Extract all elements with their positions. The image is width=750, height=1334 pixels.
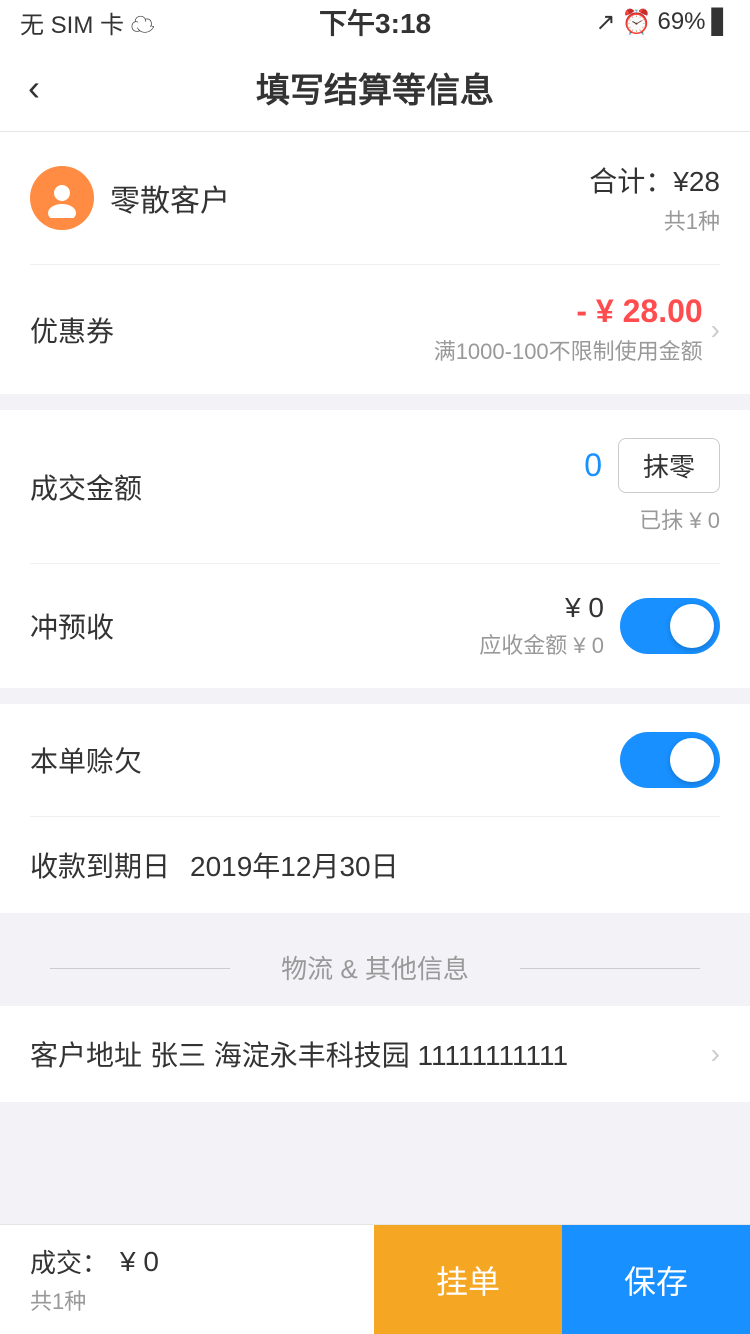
page-title: 填写结算等信息 — [256, 63, 494, 112]
due-date-label: 收款到期日 — [30, 845, 170, 885]
debt-label: 本单赊欠 — [30, 740, 150, 780]
address-label: 客户地址 — [30, 1034, 150, 1074]
customer-right: 合计：¥28 共1种 — [589, 160, 720, 236]
status-bar: 无 SIM 卡 ☁ 下午3:18 ↗ ⏰ 69% ▋ — [0, 0, 750, 44]
nav-bar: ‹ 填写结算等信息 — [0, 44, 750, 132]
coupon-row[interactable]: 优惠券 - ¥ 28.00 满1000-100不限制使用金额 › — [0, 265, 750, 394]
customer-total: 合计：¥28 — [589, 160, 720, 200]
coupon-amount: - ¥ 28.00 — [434, 293, 703, 330]
customer-left: 零散客户 — [30, 166, 230, 230]
sim-status: 无 SIM 卡 ☁ — [20, 5, 155, 40]
prepayment-toggle[interactable] — [620, 598, 720, 654]
debt-row: 本单赊欠 — [0, 704, 750, 816]
bottom-deal: 成交： ¥ 0 — [30, 1243, 344, 1280]
alarm-icon: ⏰ — [622, 8, 652, 37]
address-row[interactable]: 客户地址 张三 海淀永丰科技园 11111111111 › — [0, 1006, 750, 1102]
bottom-info: 成交： ¥ 0 共1种 — [0, 1243, 374, 1316]
deal-label: 成交： — [30, 1243, 108, 1280]
chevron-right-icon: › — [711, 314, 720, 346]
prepayment-row: 冲预收 ¥ 0 应收金额 ¥ 0 — [0, 564, 750, 688]
prepayment-note: 应收金额 ¥ 0 — [479, 628, 604, 660]
debt-section: 本单赊欠 收款到期日 2019年12月30日 — [0, 704, 750, 913]
prepayment-values: ¥ 0 应收金额 ¥ 0 — [479, 592, 604, 660]
bottom-count: 共1种 — [30, 1284, 344, 1316]
save-label: 保存 — [624, 1257, 688, 1303]
avatar — [30, 166, 94, 230]
logistics-title: 物流 & 其他信息 — [265, 949, 485, 986]
customer-count: 共1种 — [589, 204, 720, 236]
status-left: 无 SIM 卡 ☁ — [20, 5, 155, 40]
hold-label: 挂单 — [436, 1257, 500, 1303]
back-button[interactable]: ‹ — [28, 67, 40, 109]
deal-amount: ¥ 0 — [120, 1246, 159, 1278]
prepayment-label: 冲预收 — [30, 606, 150, 646]
battery-level: 69% — [657, 8, 705, 36]
address-chevron-icon: › — [711, 1038, 720, 1070]
customer-row: 零散客户 合计：¥28 共1种 — [0, 132, 750, 264]
bottom-bar: 成交： ¥ 0 共1种 挂单 保存 — [0, 1224, 750, 1334]
round-off-button[interactable]: 抹零 — [618, 438, 720, 493]
status-time: 下午3:18 — [319, 2, 431, 42]
status-right: ↗ ⏰ 69% ▋ — [595, 8, 730, 37]
prepayment-amount: ¥ 0 — [479, 592, 604, 624]
customer-name: 零散客户 — [110, 176, 230, 220]
transaction-note: 已抹 ¥ 0 — [639, 503, 720, 535]
logistics-header: 物流 & 其他信息 — [0, 929, 750, 1006]
hold-button[interactable]: 挂单 — [374, 1225, 562, 1334]
transaction-section: 成交金额 0 抹零 已抹 ¥ 0 冲预收 ¥ 0 应收金额 ¥ 0 — [0, 410, 750, 688]
avatar-icon — [42, 178, 82, 218]
due-date-row: 收款到期日 2019年12月30日 — [0, 817, 750, 913]
coupon-label: 优惠券 — [30, 310, 114, 350]
coupon-info: - ¥ 28.00 满1000-100不限制使用金额 — [434, 293, 703, 366]
transaction-value: 0 — [584, 447, 602, 484]
debt-toggle[interactable] — [620, 732, 720, 788]
location-icon: ↗ — [595, 8, 615, 37]
address-value: 张三 海淀永丰科技园 11111111111 — [150, 1034, 701, 1074]
battery-icon: ▋ — [712, 8, 730, 37]
transaction-label: 成交金额 — [30, 467, 150, 507]
transaction-amount-row: 成交金额 0 抹零 已抹 ¥ 0 — [0, 410, 750, 563]
coupon-desc: 满1000-100不限制使用金额 — [434, 334, 703, 366]
main-content: 零散客户 合计：¥28 共1种 优惠券 - ¥ 28.00 满1000-100不… — [0, 132, 750, 1222]
coupon-right: - ¥ 28.00 满1000-100不限制使用金额 › — [434, 293, 720, 366]
due-date-value: 2019年12月30日 — [190, 845, 399, 885]
customer-card: 零散客户 合计：¥28 共1种 优惠券 - ¥ 28.00 满1000-100不… — [0, 132, 750, 394]
save-button[interactable]: 保存 — [562, 1225, 750, 1334]
